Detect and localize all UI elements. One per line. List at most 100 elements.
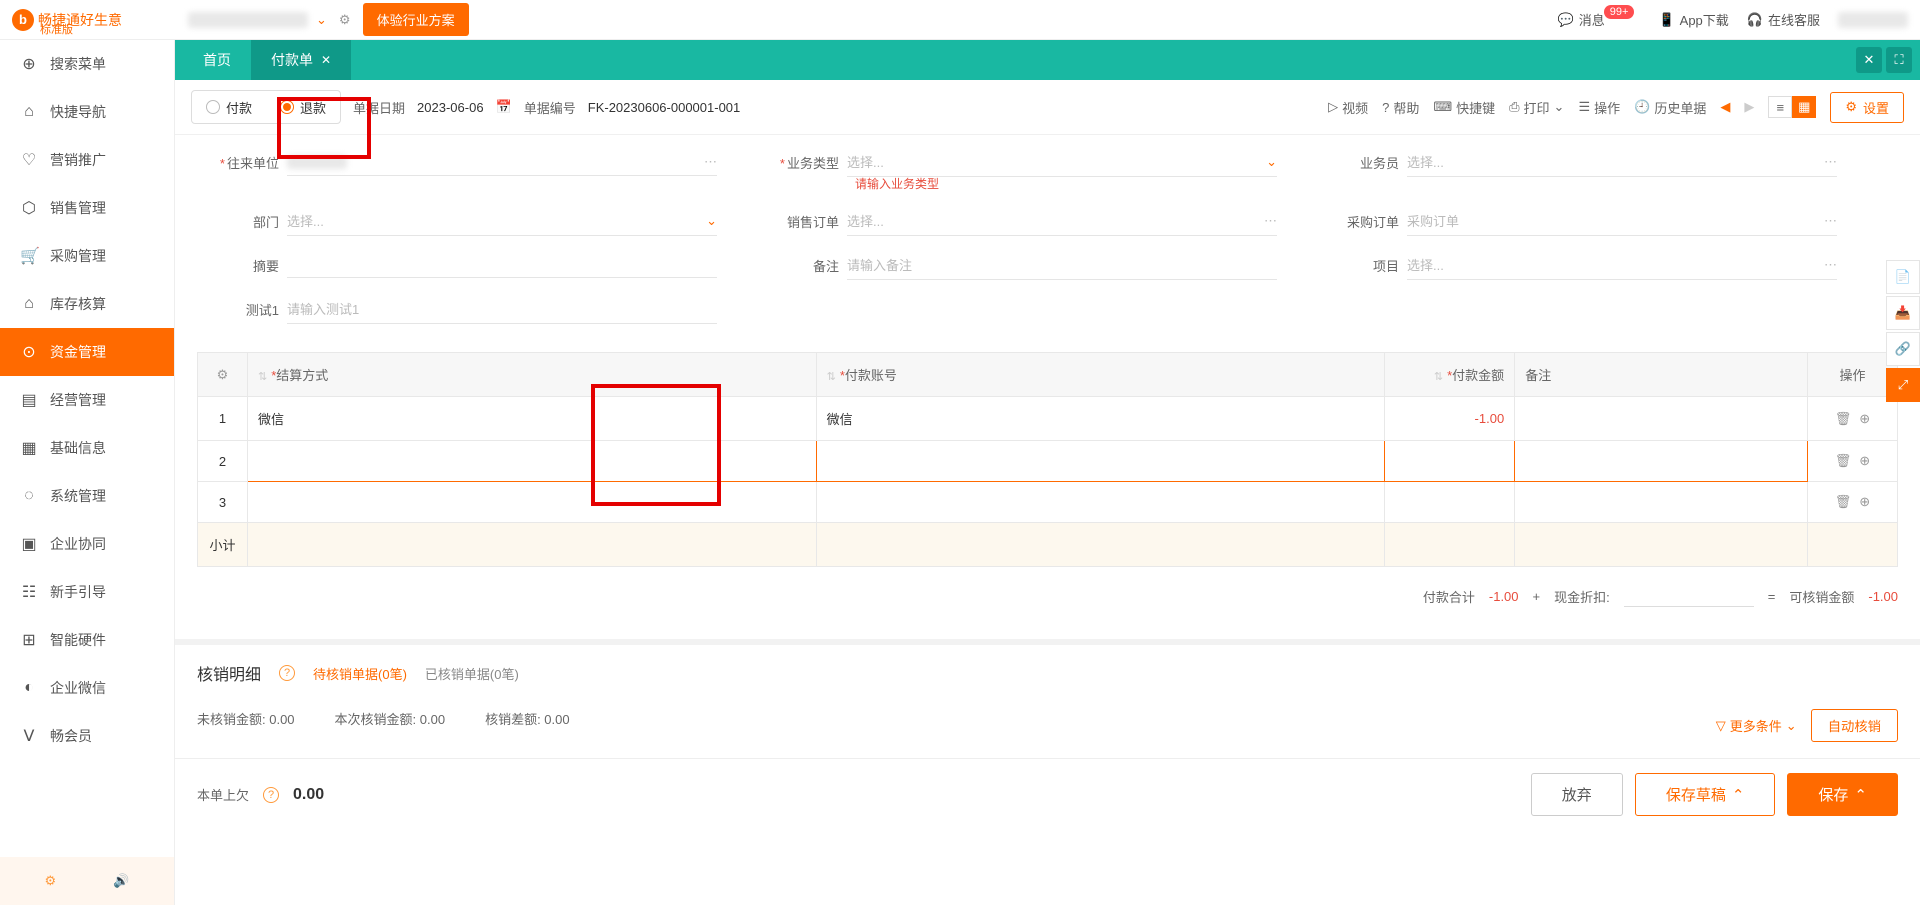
- app-download-link[interactable]: 📱 App下载: [1658, 10, 1728, 29]
- discard-button[interactable]: 放弃: [1531, 773, 1623, 816]
- sidebar-item-wecom[interactable]: ◐企业微信: [0, 664, 174, 712]
- sidebar-item-purchase[interactable]: 🛒采购管理: [0, 232, 174, 280]
- sidebar-item-sales[interactable]: ⬡销售管理: [0, 184, 174, 232]
- table-row[interactable]: 3 🗑⊕: [198, 482, 1898, 523]
- settings-button[interactable]: ⚙设置: [1830, 92, 1904, 123]
- pay-refund-toggle: 付款 退款: [191, 90, 341, 124]
- sidebar-item-hardware[interactable]: ⊞智能硬件: [0, 616, 174, 664]
- copy-icon[interactable]: ⊕: [1859, 411, 1870, 426]
- sidebar-item-inventory[interactable]: ⌂库存核算: [0, 280, 174, 328]
- verify-detail: 核销明细 ? 待核销单据(0笔) 已核销单据(0笔): [175, 639, 1920, 693]
- video-link[interactable]: ▷视频: [1328, 98, 1368, 117]
- save-draft-button[interactable]: 保存草稿⌃: [1635, 773, 1776, 816]
- sidebar-item-marketing[interactable]: ♡营销推广: [0, 136, 174, 184]
- footer: 本单上欠 ? 0.00 放弃 保存草稿⌃ 保存⌃: [175, 758, 1920, 830]
- delete-icon[interactable]: 🗑: [1835, 411, 1852, 426]
- copy-icon[interactable]: ⊕: [1859, 453, 1870, 468]
- field-unit[interactable]: *往来单位 xx⋯: [197, 147, 717, 177]
- trial-button[interactable]: 体验行业方案: [363, 3, 469, 36]
- float-note[interactable]: 📄: [1886, 260, 1920, 294]
- tab-home[interactable]: 首页: [183, 40, 251, 80]
- sidebar-item-system[interactable]: ◌系统管理: [0, 472, 174, 520]
- field-remark[interactable]: 备注 请输入备注: [757, 250, 1277, 280]
- tab-verified[interactable]: 已核销单据(0笔): [425, 664, 519, 683]
- field-project[interactable]: 项目 选择...⋯: [1317, 250, 1837, 280]
- view-list[interactable]: ≡: [1768, 96, 1792, 118]
- field-biztype[interactable]: *业务类型 选择...⌄: [757, 147, 1277, 177]
- view-card[interactable]: ▦: [1792, 96, 1816, 118]
- chevron-down-icon[interactable]: ⌄: [1266, 154, 1277, 170]
- company-name-blur: xxxx: [188, 12, 308, 28]
- float-inbox[interactable]: 📥: [1886, 296, 1920, 330]
- col-amount[interactable]: ⇅*付款金额: [1385, 353, 1515, 397]
- col-account[interactable]: ⇅*付款账号: [816, 353, 1385, 397]
- operate-link[interactable]: ☰操作: [1578, 98, 1620, 117]
- online-service-link[interactable]: 🎧 在线客服: [1747, 10, 1820, 29]
- gear-icon[interactable]: ⚙: [45, 873, 57, 889]
- chevron-up-icon: ⌃: [1854, 786, 1867, 804]
- chevron-down-icon[interactable]: ⌄: [706, 213, 717, 229]
- save-button[interactable]: 保存⌃: [1787, 773, 1898, 816]
- table-row[interactable]: 2 🗑⊕: [198, 441, 1898, 482]
- field-purchase-order[interactable]: 采购订单 采购订单⋯: [1317, 206, 1837, 236]
- discount-input[interactable]: [1624, 585, 1754, 607]
- col-remark[interactable]: 备注: [1515, 353, 1808, 397]
- table-gear[interactable]: ⚙: [198, 353, 248, 397]
- calendar-icon[interactable]: 📅: [496, 99, 512, 115]
- tab-close-all[interactable]: ✕: [1856, 47, 1882, 73]
- sidebar-item-collab[interactable]: ▣企业协同: [0, 520, 174, 568]
- history-link[interactable]: 🕘历史单据: [1634, 98, 1706, 117]
- messages-link[interactable]: 💬 消息 99+: [1558, 10, 1641, 29]
- shortcut-link[interactable]: ⌨快捷键: [1433, 98, 1495, 117]
- help-icon[interactable]: ?: [279, 665, 295, 681]
- sidebar-item-base-info[interactable]: ▦基础信息: [0, 424, 174, 472]
- sound-icon[interactable]: 🔊: [113, 873, 129, 889]
- field-summary[interactable]: 摘要: [197, 250, 717, 280]
- prev-icon[interactable]: ◀: [1720, 99, 1730, 115]
- field-dept[interactable]: 部门 选择...⌄: [197, 206, 717, 236]
- delete-icon[interactable]: 🗑: [1835, 494, 1852, 509]
- tab-pending[interactable]: 待核销单据(0笔): [313, 664, 407, 683]
- tab-payment[interactable]: 付款单 ✕: [251, 40, 351, 80]
- dots-icon[interactable]: ⋯: [1824, 213, 1837, 229]
- field-test1[interactable]: 测试1 请输入测试1: [197, 294, 717, 324]
- sidebar-item-member[interactable]: Ⅴ畅会员: [0, 712, 174, 760]
- close-icon[interactable]: ✕: [321, 53, 331, 67]
- headset-icon: 🎧: [1747, 12, 1763, 28]
- float-expand[interactable]: ⤢: [1886, 368, 1920, 402]
- sidebar-item-funds[interactable]: ⊙资金管理: [0, 328, 174, 376]
- delete-icon[interactable]: 🗑: [1835, 453, 1852, 468]
- radio-payment[interactable]: 付款: [192, 91, 266, 123]
- dots-icon[interactable]: ⋯: [1824, 154, 1837, 170]
- sidebar-item-operations[interactable]: ▤经营管理: [0, 376, 174, 424]
- msg-badge: 99+: [1604, 5, 1635, 19]
- col-settle[interactable]: ⇅*结算方式: [248, 353, 817, 397]
- copy-icon[interactable]: ⊕: [1859, 494, 1870, 509]
- company-selector[interactable]: xxxx ⌄: [188, 12, 327, 28]
- dots-icon[interactable]: ⋯: [1264, 213, 1277, 229]
- field-salesman[interactable]: 业务员 选择...⋯: [1317, 147, 1837, 177]
- table-row[interactable]: 1 微信 微信 -1.00 🗑⊕: [198, 397, 1898, 441]
- sidebar-item-guide[interactable]: ☷新手引导: [0, 568, 174, 616]
- biztype-error: 请输入业务类型: [855, 175, 939, 192]
- money-icon: ⊙: [20, 342, 38, 362]
- float-link[interactable]: 🔗: [1886, 332, 1920, 366]
- date-value[interactable]: 2023-06-06: [417, 100, 484, 115]
- auto-verify-button[interactable]: 自动核销: [1811, 709, 1898, 742]
- gear-icon[interactable]: ⚙: [339, 12, 351, 28]
- tab-fullscreen[interactable]: ⛶: [1886, 47, 1912, 73]
- help-icon[interactable]: ?: [263, 787, 279, 803]
- sidebar-item-quick-nav[interactable]: ⌂快捷导航: [0, 88, 174, 136]
- phone-icon: 📱: [1658, 12, 1674, 28]
- radio-refund[interactable]: 退款: [266, 91, 340, 123]
- dots-icon[interactable]: ⋯: [704, 154, 717, 170]
- next-icon[interactable]: ▶: [1744, 99, 1754, 115]
- help-link[interactable]: ?帮助: [1382, 98, 1419, 117]
- more-conditions[interactable]: ▽更多条件⌄: [1716, 716, 1797, 735]
- list-icon: ☰: [1578, 99, 1590, 115]
- field-sale-order[interactable]: 销售订单 选择...⋯: [757, 206, 1277, 236]
- sidebar-item-search-menu[interactable]: ⊕搜索菜单: [0, 40, 174, 88]
- print-link[interactable]: ⎙打印⌄: [1509, 98, 1564, 117]
- meta-unverified: 未核销金额: 0.00: [197, 709, 295, 742]
- dots-icon[interactable]: ⋯: [1824, 257, 1837, 273]
